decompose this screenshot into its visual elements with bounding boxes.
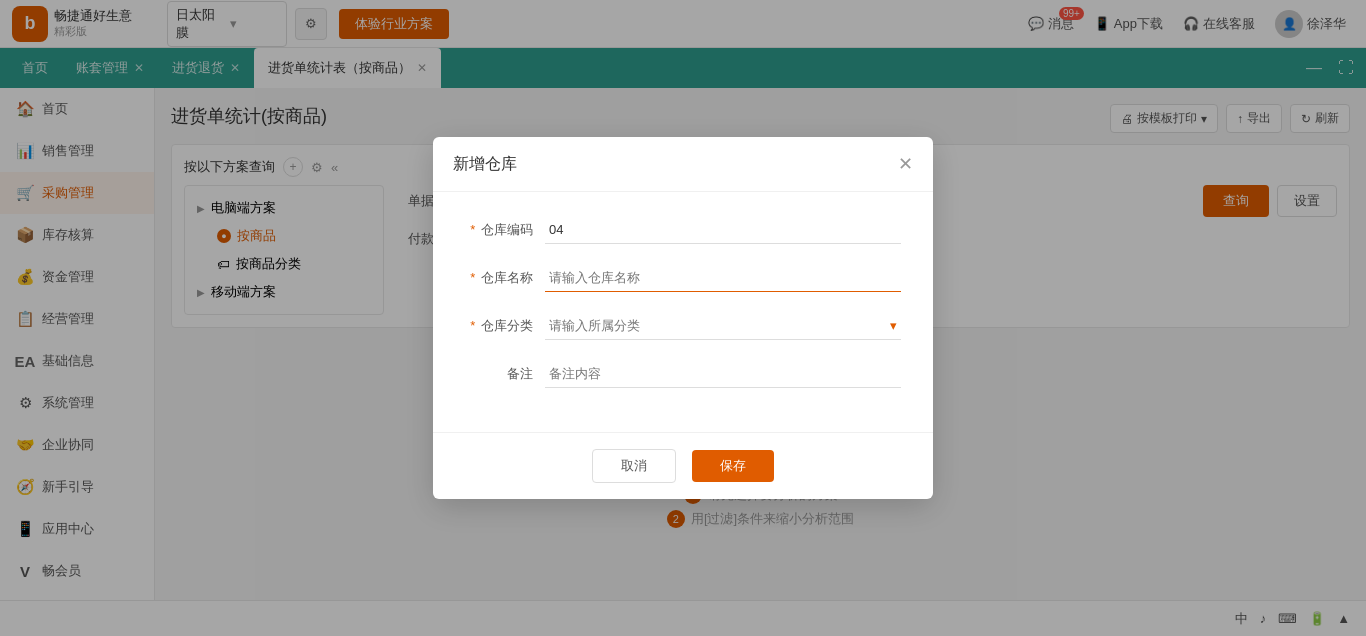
cancel-button[interactable]: 取消 xyxy=(592,449,676,483)
form-row-category: * 仓库分类 ▾ xyxy=(465,312,901,340)
modal-close-button[interactable]: ✕ xyxy=(898,153,913,175)
code-label: * 仓库编码 xyxy=(465,221,545,239)
modal-title: 新增仓库 xyxy=(453,154,517,175)
form-row-code: * 仓库编码 xyxy=(465,216,901,244)
code-input[interactable] xyxy=(545,216,901,244)
modal-header: 新增仓库 ✕ xyxy=(433,137,933,192)
name-input[interactable] xyxy=(545,264,901,292)
form-row-remark: 备注 xyxy=(465,360,901,388)
modal-body: * 仓库编码 * 仓库名称 * 仓库分类 xyxy=(433,192,933,432)
category-input[interactable] xyxy=(549,318,890,333)
code-required-star: * xyxy=(470,222,475,237)
remark-label: 备注 xyxy=(465,365,545,383)
category-select-wrap: ▾ xyxy=(545,312,901,340)
form-row-name: * 仓库名称 xyxy=(465,264,901,292)
modal-footer: 取消 保存 xyxy=(433,432,933,499)
add-warehouse-modal: 新增仓库 ✕ * 仓库编码 * 仓库名称 xyxy=(433,137,933,499)
category-required-star: * xyxy=(470,318,475,333)
remark-input[interactable] xyxy=(545,360,901,388)
modal-overlay: 新增仓库 ✕ * 仓库编码 * 仓库名称 xyxy=(0,0,1366,636)
category-label: * 仓库分类 xyxy=(465,317,545,335)
save-button[interactable]: 保存 xyxy=(692,450,774,482)
name-label: * 仓库名称 xyxy=(465,269,545,287)
category-dropdown-arrow: ▾ xyxy=(890,318,897,333)
name-required-star: * xyxy=(470,270,475,285)
